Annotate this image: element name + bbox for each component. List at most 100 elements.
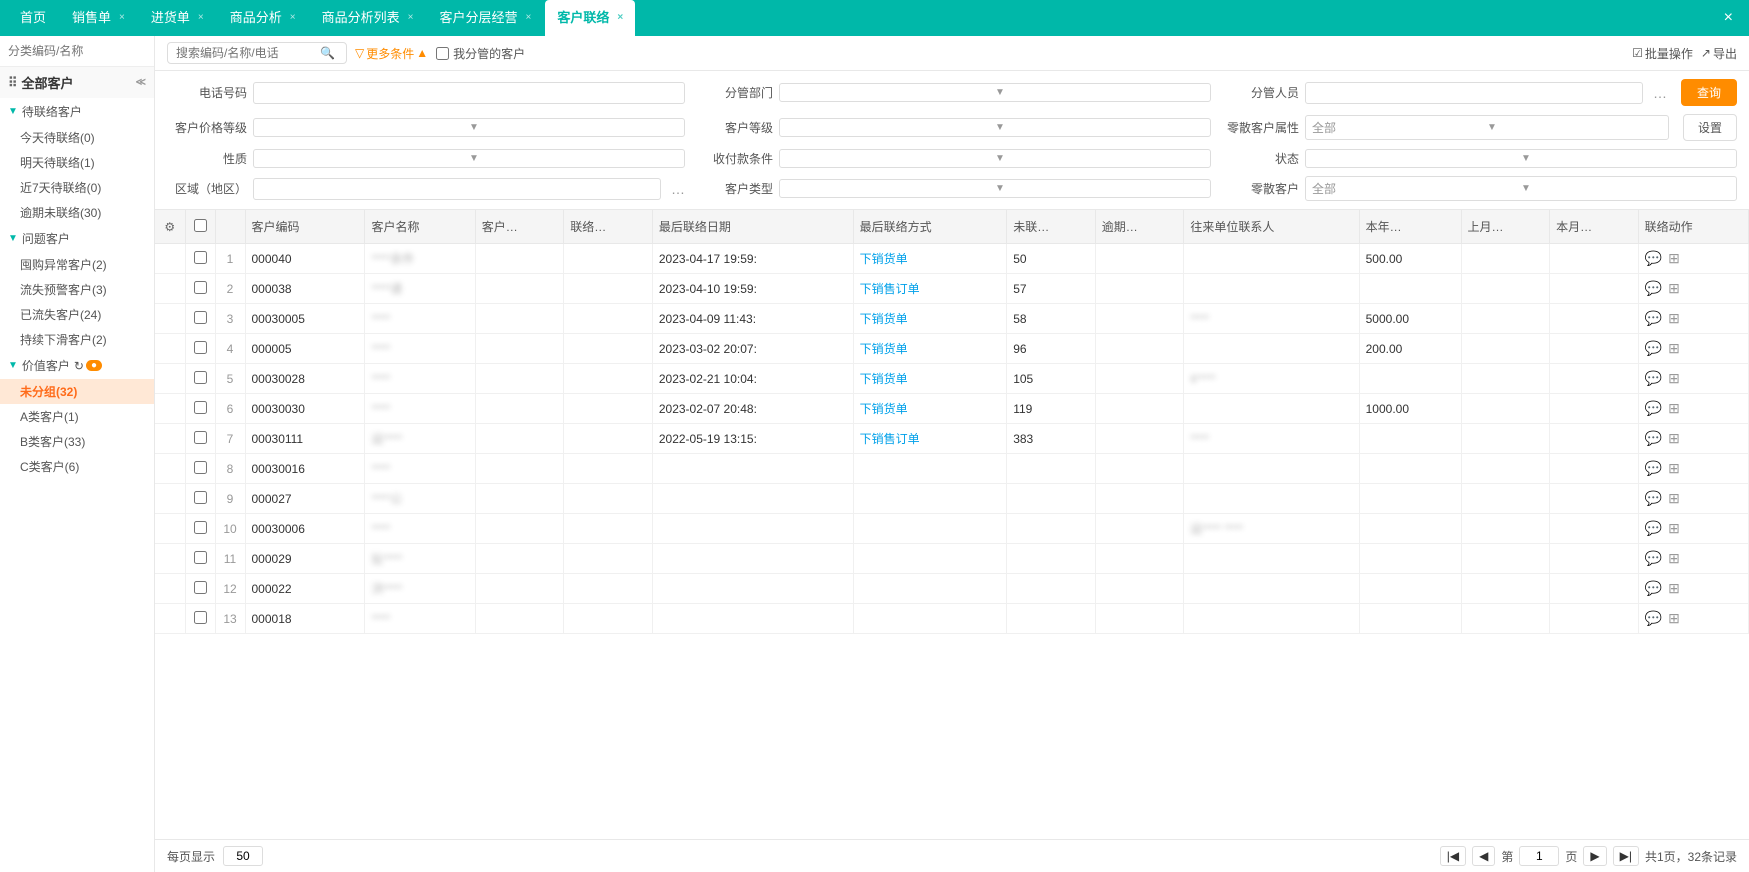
grid-action-icon[interactable]: ⊞ — [1668, 580, 1680, 597]
th-name[interactable]: 客户名称 — [365, 210, 475, 244]
chat-icon[interactable]: 💬 — [1645, 280, 1662, 297]
contact-type-link[interactable]: 下销货单 — [860, 372, 908, 386]
select-all-checkbox[interactable] — [194, 219, 207, 232]
filter-region-input[interactable] — [253, 178, 661, 200]
sidebar-group-problems[interactable]: ▼ 问题客户 — [0, 225, 154, 252]
window-close-btn[interactable]: × — [1716, 9, 1741, 27]
sidebar-search-input[interactable] — [8, 44, 155, 58]
grid-action-icon[interactable]: ⊞ — [1668, 610, 1680, 627]
filter-region-more-icon[interactable]: … — [671, 181, 685, 197]
chat-icon[interactable]: 💬 — [1645, 310, 1662, 327]
sidebar-item-class-b[interactable]: B类客户(33) — [0, 429, 154, 454]
row-checkbox[interactable] — [194, 581, 207, 594]
per-page-input[interactable] — [223, 846, 263, 866]
export-btn[interactable]: ↗ 导出 — [1701, 45, 1737, 62]
batch-op-btn[interactable]: ☑ 批量操作 — [1632, 45, 1693, 62]
nav-customer-tier[interactable]: 客户分层经营 × — [427, 0, 543, 36]
refresh-icon[interactable]: ↻ — [74, 359, 84, 373]
contact-type-link[interactable]: 下销售订单 — [860, 282, 920, 296]
nav-customer-contact-close[interactable]: × — [617, 0, 623, 36]
grid-action-icon[interactable]: ⊞ — [1668, 460, 1680, 477]
sidebar-item-abnormal[interactable]: 囤购异常客户(2) — [0, 252, 154, 277]
sidebar-item-ungrouped[interactable]: 未分组(32) — [0, 379, 154, 404]
query-btn[interactable]: 查询 — [1681, 79, 1737, 106]
sidebar-collapse-icon[interactable]: ≪ — [136, 77, 146, 88]
row-checkbox[interactable] — [194, 311, 207, 324]
nav-purchase[interactable]: 进货单 × — [139, 0, 216, 36]
filter-nature-select[interactable]: ▼ — [253, 149, 685, 168]
grid-action-icon[interactable]: ⊞ — [1668, 310, 1680, 327]
contact-type-link[interactable]: 下销货单 — [860, 342, 908, 356]
more-conditions-btn[interactable]: ▽ 更多条件 ▲ — [355, 45, 428, 62]
nav-analysis[interactable]: 商品分析 × — [218, 0, 308, 36]
grid-action-icon[interactable]: ⊞ — [1668, 520, 1680, 537]
prev-page-btn[interactable]: ◀ — [1472, 846, 1495, 866]
filter-dept-select[interactable]: ▼ — [779, 83, 1211, 102]
chat-icon[interactable]: 💬 — [1645, 370, 1662, 387]
grid-action-icon[interactable]: ⊞ — [1668, 340, 1680, 357]
sidebar-item-7days[interactable]: 近7天待联络(0) — [0, 175, 154, 200]
grid-action-icon[interactable]: ⊞ — [1668, 370, 1680, 387]
chat-icon[interactable]: 💬 — [1645, 490, 1662, 507]
first-page-btn[interactable]: |◀ — [1440, 846, 1466, 866]
row-checkbox[interactable] — [194, 401, 207, 414]
main-search-icon[interactable]: 🔍 — [320, 46, 335, 60]
grid-action-icon[interactable]: ⊞ — [1668, 280, 1680, 297]
contact-type-link[interactable]: 下销售订单 — [860, 432, 920, 446]
chat-icon[interactable]: 💬 — [1645, 460, 1662, 477]
filter-payment-select[interactable]: ▼ — [779, 149, 1211, 168]
contact-type-link[interactable]: 下销货单 — [860, 402, 908, 416]
current-page-input[interactable] — [1519, 846, 1559, 866]
next-page-btn[interactable]: ▶ — [1583, 846, 1606, 866]
sidebar-item-overdue[interactable]: 逾期未联络(30) — [0, 200, 154, 225]
chat-icon[interactable]: 💬 — [1645, 610, 1662, 627]
row-checkbox[interactable] — [194, 551, 207, 564]
sidebar-group-pending[interactable]: ▼ 待联络客户 — [0, 98, 154, 125]
sidebar-item-class-c[interactable]: C类客户(6) — [0, 454, 154, 479]
filter-manager-input[interactable] — [1305, 82, 1643, 104]
sidebar-item-churn-warning[interactable]: 流失预警客户(3) — [0, 277, 154, 302]
filter-customer-grade-select[interactable]: ▼ — [779, 118, 1211, 137]
my-customers-checkbox[interactable] — [436, 47, 449, 60]
row-checkbox[interactable] — [194, 341, 207, 354]
contact-type-link[interactable]: 下销货单 — [860, 312, 908, 326]
sidebar-group-value[interactable]: ▼ 价值客户 ↻ ● — [0, 352, 154, 379]
reset-btn[interactable]: 设置 — [1683, 114, 1737, 141]
chat-icon[interactable]: 💬 — [1645, 250, 1662, 267]
main-search-input[interactable] — [176, 46, 316, 60]
nav-sales-close[interactable]: × — [119, 0, 125, 36]
row-checkbox[interactable] — [194, 281, 207, 294]
chat-icon[interactable]: 💬 — [1645, 340, 1662, 357]
th-settings[interactable]: ⚙ — [155, 210, 185, 244]
nav-purchase-close[interactable]: × — [198, 0, 204, 36]
nav-analysis-close[interactable]: × — [290, 0, 296, 36]
filter-customer-type-select[interactable]: ▼ — [779, 179, 1211, 198]
filter-manager-more-icon[interactable]: … — [1653, 85, 1667, 101]
nav-customer-tier-close[interactable]: × — [525, 0, 531, 36]
grid-action-icon[interactable]: ⊞ — [1668, 250, 1680, 267]
nav-sales[interactable]: 销售单 × — [60, 0, 137, 36]
filter-phone-input[interactable] — [253, 82, 685, 104]
row-checkbox[interactable] — [194, 521, 207, 534]
chat-icon[interactable]: 💬 — [1645, 580, 1662, 597]
row-checkbox[interactable] — [194, 431, 207, 444]
grid-action-icon[interactable]: ⊞ — [1668, 550, 1680, 567]
chat-icon[interactable]: 💬 — [1645, 550, 1662, 567]
grid-action-icon[interactable]: ⊞ — [1668, 430, 1680, 447]
th-code[interactable]: 客户编码 — [245, 210, 365, 244]
nav-home[interactable]: 首页 — [8, 0, 58, 36]
sidebar-item-declining[interactable]: 持续下滑客户(2) — [0, 327, 154, 352]
filter-status-select[interactable]: ▼ — [1305, 149, 1737, 168]
row-checkbox[interactable] — [194, 251, 207, 264]
row-checkbox[interactable] — [194, 491, 207, 504]
filter-scatter-attr-select[interactable]: 全部 ▼ — [1305, 115, 1669, 140]
grid-action-icon[interactable]: ⊞ — [1668, 400, 1680, 417]
nav-analysis-list-close[interactable]: × — [408, 0, 414, 36]
filter-scatter-select[interactable]: 全部 ▼ — [1305, 176, 1737, 201]
chat-icon[interactable]: 💬 — [1645, 400, 1662, 417]
grid-action-icon[interactable]: ⊞ — [1668, 490, 1680, 507]
chat-icon[interactable]: 💬 — [1645, 520, 1662, 537]
row-checkbox[interactable] — [194, 461, 207, 474]
contact-type-link[interactable]: 下销货单 — [860, 252, 908, 266]
last-page-btn[interactable]: ▶| — [1613, 846, 1639, 866]
